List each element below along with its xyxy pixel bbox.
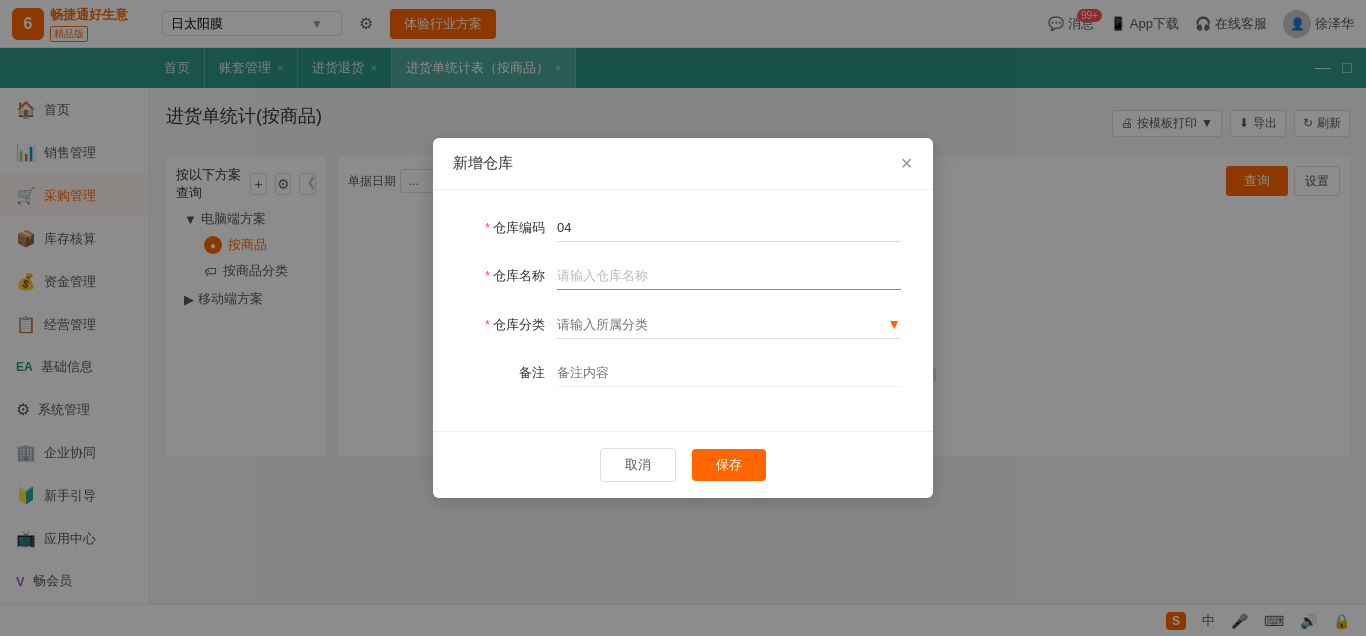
category-dropdown-icon[interactable]: ▼: [887, 316, 901, 332]
code-field: 仓库编码: [465, 214, 901, 242]
name-input[interactable]: [557, 262, 901, 290]
name-label: 仓库名称: [465, 267, 545, 285]
dialog-header: 新增仓库 ✕: [433, 138, 933, 190]
category-input[interactable]: [557, 317, 887, 332]
notes-input[interactable]: [557, 359, 901, 387]
save-btn[interactable]: 保存: [692, 449, 766, 481]
dialog-title: 新增仓库: [453, 154, 513, 173]
category-field: 仓库分类 ▼: [465, 310, 901, 339]
cancel-btn[interactable]: 取消: [600, 448, 676, 482]
category-select[interactable]: ▼: [557, 310, 901, 339]
add-warehouse-dialog: 新增仓库 ✕ 仓库编码 仓库名称 仓库分类 ▼: [433, 138, 933, 498]
overlay: 新增仓库 ✕ 仓库编码 仓库名称 仓库分类 ▼: [0, 0, 1366, 636]
category-label: 仓库分类: [465, 316, 545, 334]
dialog-body: 仓库编码 仓库名称 仓库分类 ▼ 备注: [433, 190, 933, 431]
code-input[interactable]: [557, 214, 901, 242]
notes-field: 备注: [465, 359, 901, 387]
notes-label: 备注: [465, 364, 545, 382]
dialog-close-btn[interactable]: ✕: [900, 154, 913, 173]
dialog-footer: 取消 保存: [433, 431, 933, 498]
name-field: 仓库名称: [465, 262, 901, 290]
code-label: 仓库编码: [465, 219, 545, 237]
